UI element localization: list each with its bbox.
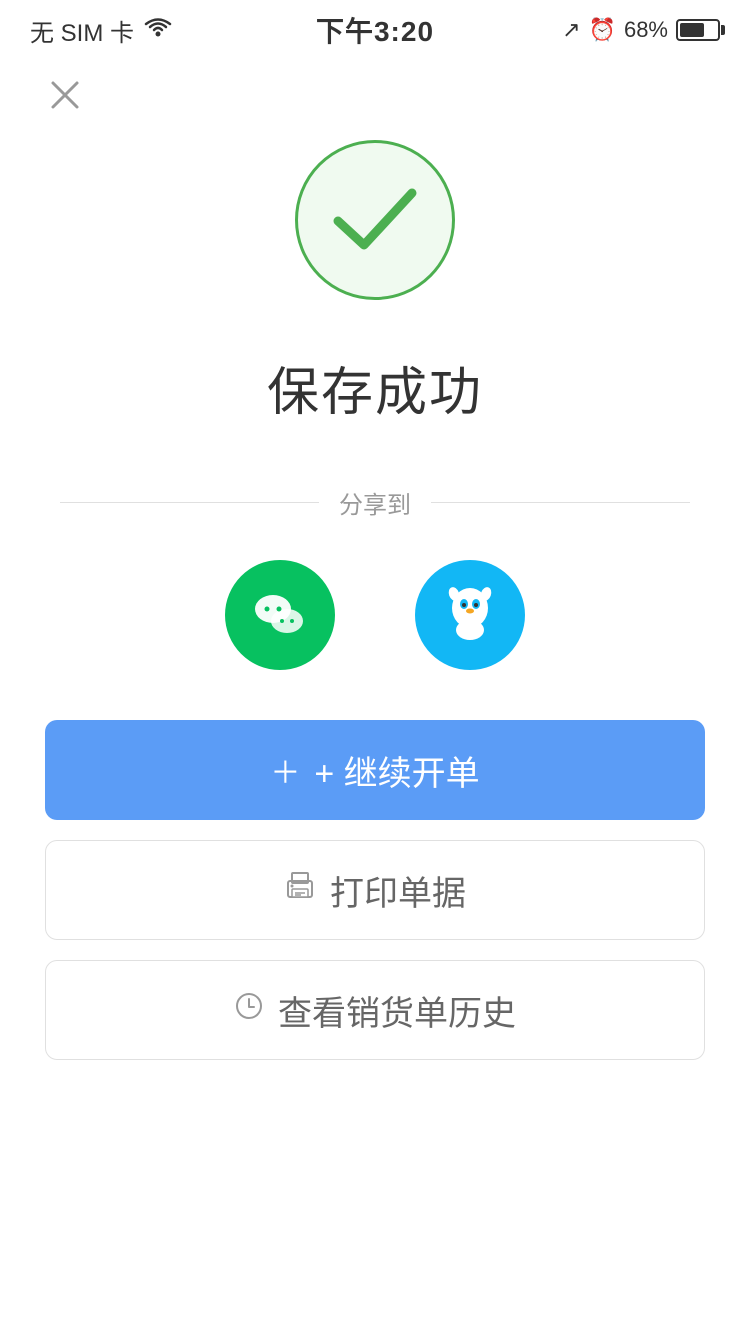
- share-divider: 分享到: [0, 485, 750, 520]
- main-content: 保存成功 分享到: [0, 60, 750, 1060]
- qq-share-button[interactable]: [415, 560, 525, 670]
- status-left: 无 SIM 卡: [30, 13, 172, 48]
- carrier-text: 无 SIM 卡: [30, 13, 134, 48]
- share-section: 分享到: [0, 485, 750, 670]
- battery-fill: [680, 23, 704, 37]
- battery-icon: [676, 19, 720, 41]
- divider-right: [431, 502, 690, 503]
- history-label: 查看销货单历史: [278, 986, 516, 1035]
- alarm-icon: ⏰: [589, 17, 616, 43]
- print-label: 打印单据: [330, 866, 466, 915]
- location-icon: ↗: [562, 17, 580, 43]
- wifi-icon: [144, 16, 172, 44]
- status-right: ↗ ⏰ 68%: [562, 17, 720, 43]
- history-button[interactable]: 查看销货单历史: [45, 960, 705, 1060]
- print-icon: [284, 871, 316, 909]
- history-icon: [234, 991, 264, 1029]
- battery-percent: 68%: [624, 17, 668, 43]
- share-label: 分享到: [339, 485, 411, 520]
- plus-icon: ＋: [270, 748, 300, 792]
- close-button[interactable]: [40, 70, 90, 120]
- status-time: 下午3:20: [316, 10, 434, 50]
- print-button[interactable]: 打印单据: [45, 840, 705, 940]
- continue-button[interactable]: ＋ + 继续开单: [45, 720, 705, 820]
- success-circle: [295, 140, 455, 300]
- success-title: 保存成功: [267, 350, 483, 425]
- share-icons: [225, 560, 525, 670]
- wechat-share-button[interactable]: [225, 560, 335, 670]
- divider-left: [60, 502, 319, 503]
- continue-label: + 继续开单: [314, 746, 479, 795]
- status-bar: 无 SIM 卡 下午3:20 ↗ ⏰ 68%: [0, 0, 750, 60]
- action-buttons: ＋ + 继续开单 打印单据: [45, 720, 705, 1060]
